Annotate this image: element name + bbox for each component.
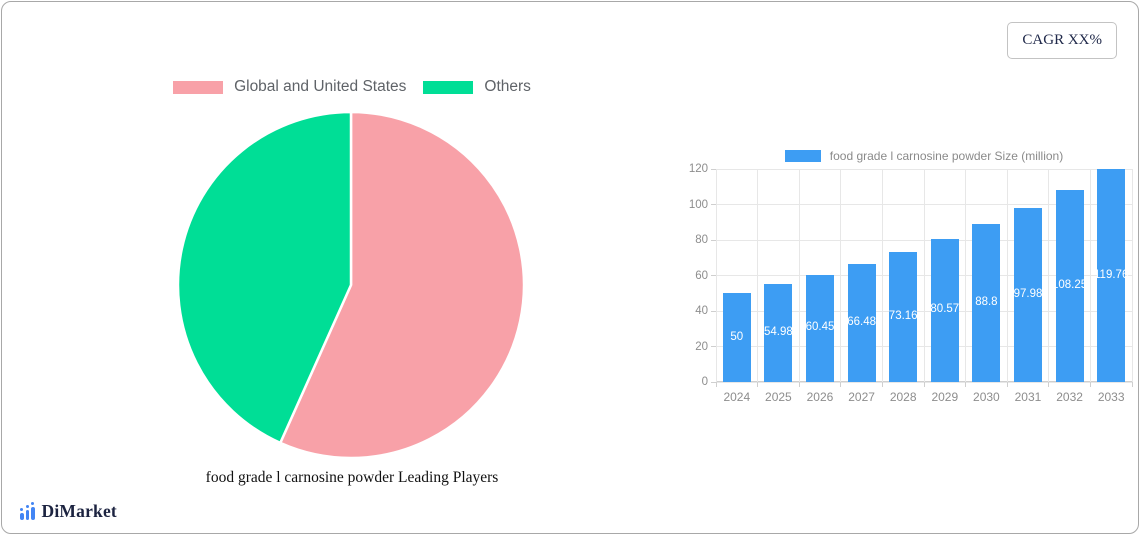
x-tick-mark: [715, 382, 717, 387]
x-tick-label: 2029: [931, 390, 959, 404]
bar-chart-icon: [20, 501, 35, 520]
y-tick-label: 40: [695, 305, 708, 317]
y-tick-label: 60: [695, 269, 708, 282]
bar-value-label: 54.98: [764, 326, 793, 339]
bar-value-label: 73.16: [888, 310, 918, 323]
pie-chart-svg: [176, 110, 526, 460]
legend-item-others[interactable]: Others: [423, 78, 531, 96]
x-tick-label: 2027: [848, 390, 875, 404]
y-tick-label: 0: [701, 376, 708, 388]
pie-legend: Global and United States Others: [2, 78, 702, 96]
x-tick-label: 2024: [723, 390, 751, 404]
x-tick-mark: [1048, 382, 1050, 387]
y-tick-label: 80: [695, 234, 708, 246]
y-tick-label: 120: [688, 163, 708, 175]
x-tick-label: 2031: [1014, 390, 1042, 404]
v-gridline: [1006, 169, 1008, 382]
legend-label-others: Others: [484, 78, 531, 95]
bar-value-label: 50: [730, 330, 744, 343]
v-gridline: [965, 169, 967, 382]
cagr-badge[interactable]: CAGR XX%: [1007, 22, 1117, 59]
v-gridline: [881, 169, 883, 382]
legend-item-global-us[interactable]: Global and United States: [173, 78, 406, 96]
v-gridline: [798, 169, 800, 382]
v-gridline: [715, 169, 717, 382]
y-tick-label: 100: [688, 198, 708, 211]
v-gridline: [840, 169, 842, 382]
bar-value-label: 88.8: [975, 296, 998, 309]
brand-name: DiMarket: [41, 501, 117, 521]
x-tick-mark: [881, 382, 883, 387]
bar-value-label: 66.48: [847, 315, 876, 328]
v-gridline: [757, 169, 759, 382]
x-tick-mark: [757, 382, 759, 387]
x-tick-label: 2032: [1056, 390, 1083, 404]
bar-value-label: 80.57: [930, 303, 960, 316]
x-tick-mark: [1006, 382, 1008, 387]
x-tick-mark: [965, 382, 967, 387]
brand-logo: DiMarket: [20, 501, 117, 522]
bar-value-label: 97.98: [1013, 288, 1043, 301]
bar-chart: food grade l carnosine powder Size (mill…: [689, 143, 1140, 413]
x-tick-mark: [798, 382, 800, 387]
legend-swatch-others: [423, 80, 474, 94]
y-tick-label: 20: [695, 340, 708, 353]
bar-legend-swatch: [784, 150, 821, 162]
bar-plot: 0 20 40 60 80 100 120 50 2024 54.98 2025 60.45 2026 6…: [689, 163, 1133, 404]
bar-legend-label: food grade l carnosine powder Size (mill…: [829, 149, 1064, 163]
x-tick-mark: [840, 382, 842, 387]
x-tick-label: 2028: [889, 390, 917, 404]
bar-value-label: 108.25: [1052, 278, 1088, 291]
bar-value-label: 119.76: [1094, 268, 1129, 281]
x-tick-label: 2026: [806, 390, 834, 404]
bar-value-label: 60.45: [805, 321, 835, 334]
legend-label-global-us: Global and United States: [234, 78, 407, 95]
report-card: CAGR XX% Global and United States Others…: [1, 1, 1139, 534]
bar-chart-legend[interactable]: food grade l carnosine powder Size (mill…: [716, 149, 1132, 163]
x-tick-label: 2025: [765, 390, 792, 404]
legend-swatch-global-us: [173, 80, 224, 94]
v-gridline: [1048, 169, 1050, 382]
pie-chart: [175, 109, 527, 461]
x-tick-label: 2030: [973, 390, 1000, 404]
x-tick-mark: [1131, 382, 1133, 387]
pie-caption: food grade l carnosine powder Leading Pl…: [205, 469, 499, 486]
x-tick-mark: [923, 382, 925, 387]
x-tick-label: 2033: [1097, 390, 1125, 404]
v-gridline: [1131, 169, 1133, 382]
v-gridline: [923, 169, 925, 382]
x-tick-mark: [1089, 382, 1091, 387]
